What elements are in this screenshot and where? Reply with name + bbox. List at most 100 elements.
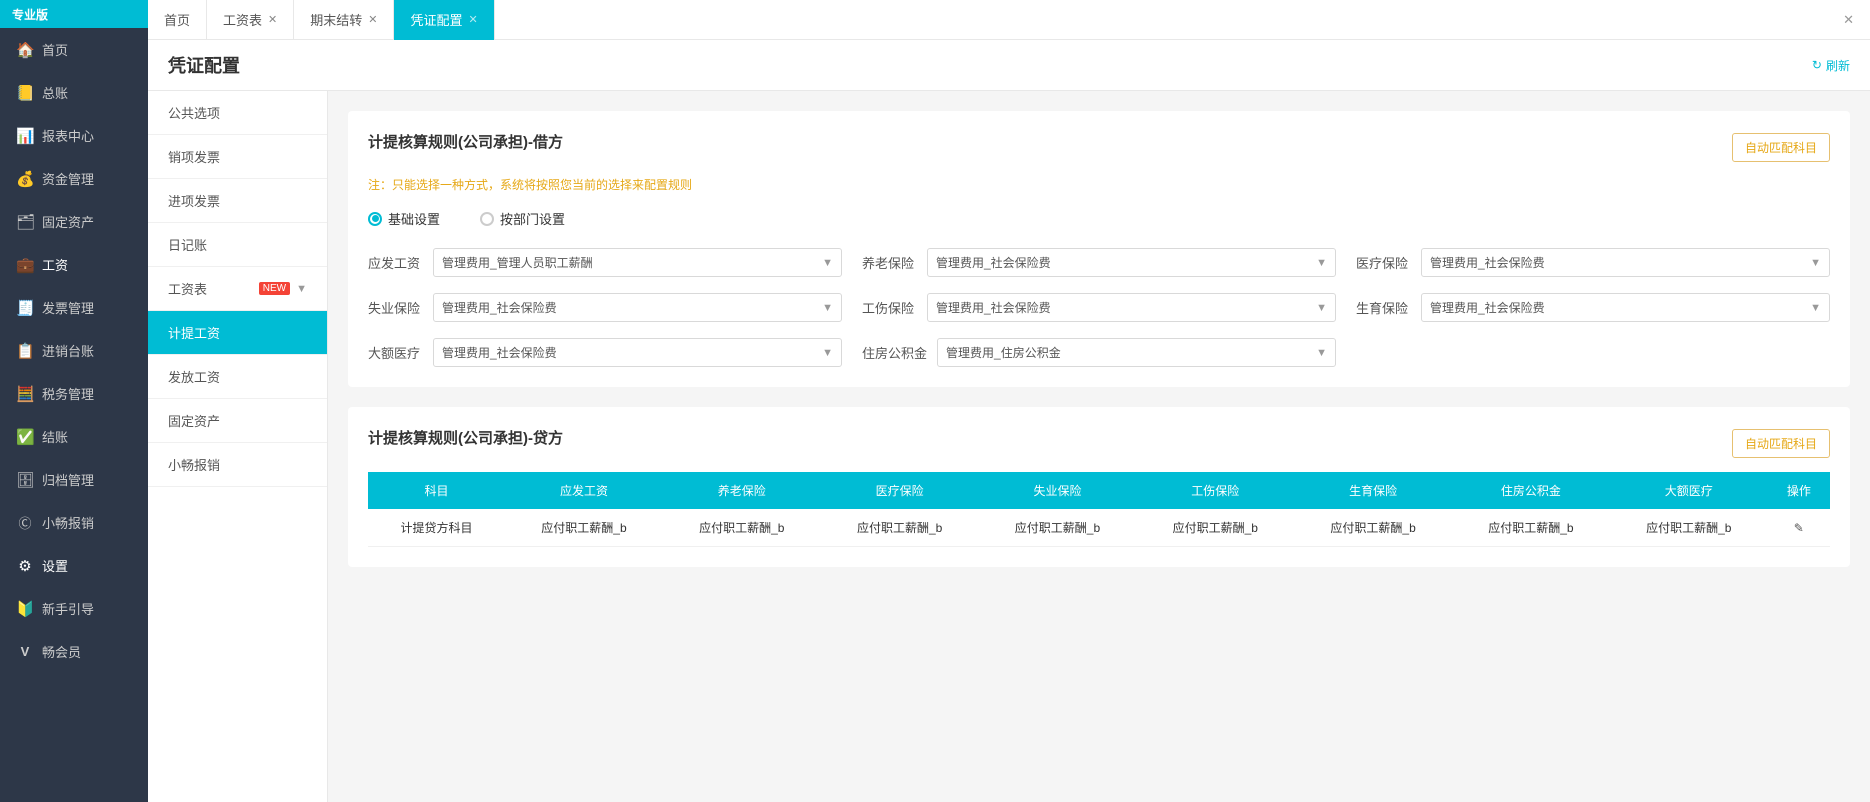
nav-item-label: 小畅报销 <box>168 455 220 474</box>
salary-icon: 💼 <box>16 256 34 274</box>
chevron-down-icon: ▼ <box>822 257 833 269</box>
refresh-label: 刷新 <box>1826 57 1850 74</box>
refresh-button[interactable]: ↻ 刷新 <box>1812 57 1850 74</box>
sidebar-item-salary[interactable]: 💼 工资 <box>0 243 148 286</box>
assets-icon: 🗂 <box>16 213 34 231</box>
tab-label: 首页 <box>164 10 190 29</box>
tab-payroll[interactable]: 工资表 ✕ <box>207 0 294 40</box>
nav-item-debit-invoice[interactable]: 进项发票 <box>148 179 327 223</box>
close-icon[interactable]: ✕ <box>368 13 377 26</box>
sidebar-item-xiaochang[interactable]: Ⓒ 小畅报销 <box>0 501 148 544</box>
sidebar-item-invoices[interactable]: 🧾 发票管理 <box>0 286 148 329</box>
field-select-daeyiliao[interactable]: 管理费用_社会保险费 ▼ <box>433 338 842 367</box>
field-row-zhufang: 住房公积金 管理费用_住房公积金 ▼ <box>862 338 1336 367</box>
sidebar-item-guide[interactable]: 🔰 新手引导 <box>0 587 148 630</box>
cell-action[interactable]: ✎ <box>1768 509 1830 547</box>
col-yiliao: 医疗保险 <box>821 472 979 509</box>
field-select-yiliao[interactable]: 管理费用_社会保险费 ▼ <box>1421 248 1830 277</box>
field-row-yingfa: 应发工资 管理费用_管理人员职工薪酬 ▼ <box>368 248 842 277</box>
chevron-down-icon: ▼ <box>822 347 833 359</box>
sidebar-item-label: 进销台账 <box>42 341 94 360</box>
field-label-yiliao: 医疗保险 <box>1356 253 1411 272</box>
tab-voucher-config[interactable]: 凭证配置 ✕ <box>394 0 494 40</box>
sidebar-item-assets[interactable]: 🗂 固定资产 <box>0 200 148 243</box>
page-header: 凭证配置 ↻ 刷新 <box>148 40 1870 91</box>
chevron-down-icon: ▼ <box>1316 302 1327 314</box>
field-select-zhufang[interactable]: 管理费用_住房公积金 ▼ <box>937 338 1336 367</box>
radio-basic-label: 基础设置 <box>388 209 440 228</box>
field-select-yanglao[interactable]: 管理费用_社会保险费 ▼ <box>927 248 1336 277</box>
field-label-zhufang: 住房公积金 <box>862 343 927 362</box>
radio-basic[interactable]: 基础设置 <box>368 209 440 228</box>
sidebar-item-tax[interactable]: 🧮 税务管理 <box>0 372 148 415</box>
field-select-yingfa[interactable]: 管理费用_管理人员职工薪酬 ▼ <box>433 248 842 277</box>
nav-item-journal[interactable]: 日记账 <box>148 223 327 267</box>
copyright-icon: Ⓒ <box>16 513 34 532</box>
nav-item-credit-invoice[interactable]: 销项发票 <box>148 135 327 179</box>
sidebar-item-label: 归档管理 <box>42 470 94 489</box>
debit-auto-match-button[interactable]: 自动匹配科目 <box>1732 133 1830 162</box>
sidebar-item-funds[interactable]: 💰 资金管理 <box>0 157 148 200</box>
cell-subject: 计提贷方科目 <box>368 509 505 547</box>
field-select-shengyu[interactable]: 管理费用_社会保险费 ▼ <box>1421 293 1830 322</box>
sidebar-item-archive[interactable]: 🗄 归档管理 <box>0 458 148 501</box>
radio-department-circle[interactable] <box>480 212 494 226</box>
sidebar-item-label: 畅会员 <box>42 642 81 661</box>
nav-item-label: 固定资产 <box>168 411 220 430</box>
nav-item-calc-salary[interactable]: 计提工资 <box>148 311 327 355</box>
col-daeyiliao: 大额医疗 <box>1610 472 1768 509</box>
nav-item-label: 发放工资 <box>168 367 220 386</box>
edit-icon[interactable]: ✎ <box>1794 521 1804 535</box>
sidebar: 专业版 🏠 首页 📒 总账 📊 报表中心 💰 资金管理 🗂 固定资产 💼 工资 … <box>0 0 148 802</box>
credit-section: 计提核算规则(公司承担)-贷方 自动匹配科目 科目 应发工资 养老保险 医疗保险… <box>348 407 1850 567</box>
table-header-row: 科目 应发工资 养老保险 医疗保险 失业保险 工伤保险 生育保险 住房公积金 大… <box>368 472 1830 509</box>
nav-item-payroll-table[interactable]: 工资表 NEW ▼ <box>148 267 327 311</box>
purchase-sale-icon: 📋 <box>16 342 34 360</box>
tab-home[interactable]: 首页 <box>148 0 207 40</box>
tab-label: 凭证配置 <box>410 10 462 29</box>
nav-item-issue-salary[interactable]: 发放工资 <box>148 355 327 399</box>
col-shengyu: 生育保险 <box>1294 472 1452 509</box>
nav-item-label: 计提工资 <box>168 323 220 342</box>
cell-daeyiliao: 应付职工薪酬_b <box>1610 509 1768 547</box>
sidebar-item-home[interactable]: 🏠 首页 <box>0 28 148 71</box>
field-row-yiliao: 医疗保险 管理费用_社会保险费 ▼ <box>1356 248 1830 277</box>
field-value-shiye: 管理费用_社会保险费 <box>442 299 557 316</box>
reports-icon: 📊 <box>16 127 34 145</box>
close-icon[interactable]: ✕ <box>469 13 478 26</box>
chevron-down-icon: ▼ <box>1316 257 1327 269</box>
nav-item-expense[interactable]: 小畅报销 <box>148 443 327 487</box>
sidebar-item-label: 结账 <box>42 427 68 446</box>
radio-department[interactable]: 按部门设置 <box>480 209 565 228</box>
radio-department-label: 按部门设置 <box>500 209 565 228</box>
field-value-yingfa: 管理费用_管理人员职工薪酬 <box>442 254 593 271</box>
sidebar-item-label: 税务管理 <box>42 384 94 403</box>
sidebar-item-closing[interactable]: ✅ 结账 <box>0 415 148 458</box>
chevron-down-icon: ▼ <box>1810 257 1821 269</box>
tab-period-close[interactable]: 期末结转 ✕ <box>294 0 394 40</box>
field-label-shiye: 失业保险 <box>368 298 423 317</box>
nav-item-public[interactable]: 公共选项 <box>148 91 327 135</box>
sidebar-item-vip[interactable]: V 畅会员 <box>0 630 148 673</box>
credit-auto-match-button[interactable]: 自动匹配科目 <box>1732 429 1830 458</box>
nav-item-label: 进项发票 <box>168 191 220 210</box>
field-value-yiliao: 管理费用_社会保险费 <box>1430 254 1545 271</box>
radio-basic-circle[interactable] <box>368 212 382 226</box>
sidebar-item-label: 新手引导 <box>42 599 94 618</box>
field-select-shiye[interactable]: 管理费用_社会保险费 ▼ <box>433 293 842 322</box>
sidebar-item-label: 固定资产 <box>42 212 94 231</box>
col-action: 操作 <box>1768 472 1830 509</box>
field-select-gongshang[interactable]: 管理费用_社会保险费 ▼ <box>927 293 1336 322</box>
sidebar-item-ledger[interactable]: 📒 总账 <box>0 71 148 114</box>
tax-icon: 🧮 <box>16 385 34 403</box>
nav-item-fixed-assets[interactable]: 固定资产 <box>148 399 327 443</box>
window-close-button[interactable]: ✕ <box>1827 12 1870 28</box>
sidebar-item-reports[interactable]: 📊 报表中心 <box>0 114 148 157</box>
content-layout: 公共选项 销项发票 进项发票 日记账 工资表 NEW ▼ 计提工资 <box>148 91 1870 802</box>
col-yingfa: 应发工资 <box>505 472 663 509</box>
close-icon[interactable]: ✕ <box>268 13 277 26</box>
sidebar-item-settings[interactable]: ⚙ 设置 <box>0 544 148 587</box>
guide-icon: 🔰 <box>16 600 34 618</box>
sidebar-item-purchase-sale[interactable]: 📋 进销台账 <box>0 329 148 372</box>
field-row-shengyu: 生育保险 管理费用_社会保险费 ▼ <box>1356 293 1830 322</box>
